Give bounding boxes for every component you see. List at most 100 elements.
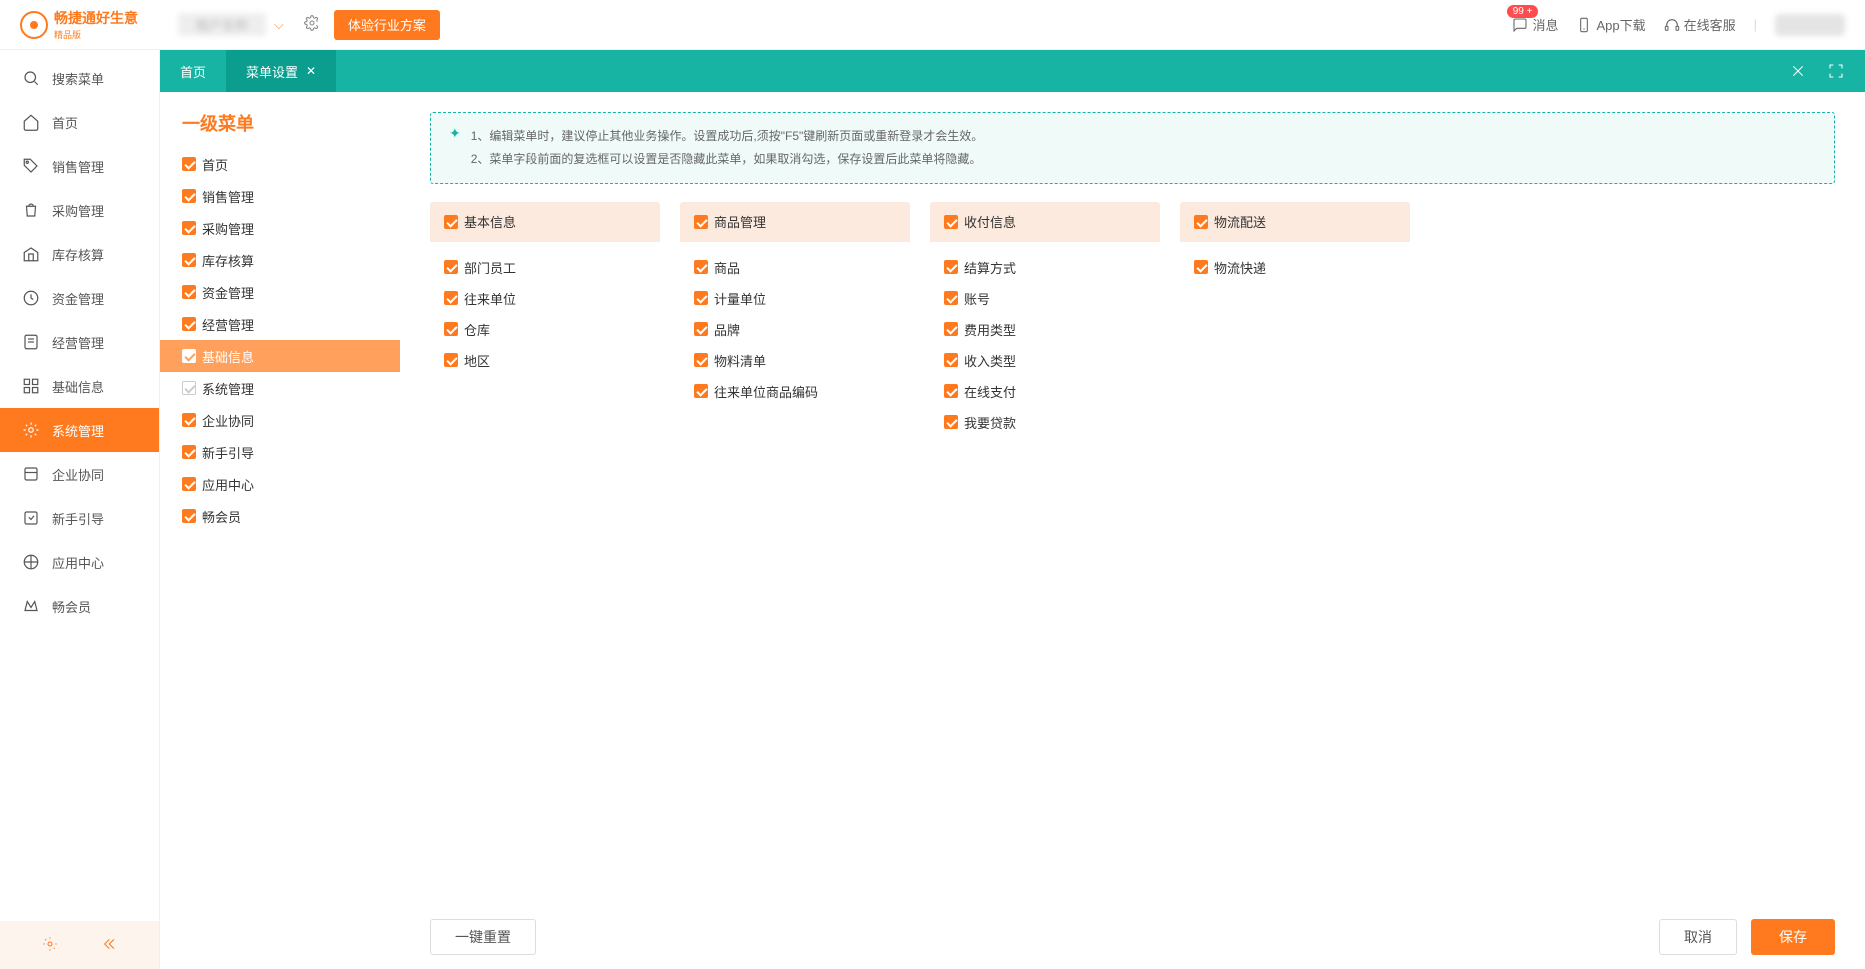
sidebar-item-7[interactable]: 基础信息 bbox=[0, 364, 160, 408]
level1-item-2[interactable]: 采购管理 bbox=[160, 212, 400, 244]
card-item[interactable]: 商品 bbox=[694, 252, 896, 283]
level1-item-5[interactable]: 经营管理 bbox=[160, 308, 400, 340]
card-item[interactable]: 账号 bbox=[944, 283, 1146, 314]
tab-0[interactable]: 首页 bbox=[160, 50, 226, 92]
checkbox-checked-icon[interactable] bbox=[182, 189, 196, 203]
collapse-icon[interactable] bbox=[102, 936, 118, 955]
sidebar-item-0[interactable]: 搜索菜单 bbox=[0, 56, 160, 100]
checkbox-checked-icon[interactable] bbox=[182, 157, 196, 171]
checkbox-checked-icon[interactable] bbox=[694, 260, 708, 274]
sidebar-item-3[interactable]: 采购管理 bbox=[0, 188, 160, 232]
sidebar-item-2[interactable]: 销售管理 bbox=[0, 144, 160, 188]
tab-label: 菜单设置 bbox=[246, 62, 298, 81]
card-header[interactable]: 物流配送 bbox=[1180, 202, 1410, 242]
checkbox-checked-icon[interactable] bbox=[182, 509, 196, 523]
checkbox-checked-icon[interactable] bbox=[694, 215, 708, 229]
checkbox-checked-icon[interactable] bbox=[944, 260, 958, 274]
checkbox-checked-icon[interactable] bbox=[182, 349, 196, 363]
checkbox-checked-icon[interactable] bbox=[182, 285, 196, 299]
card-item[interactable]: 仓库 bbox=[444, 314, 646, 345]
level1-item-8[interactable]: 企业协同 bbox=[160, 404, 400, 436]
app-download-button[interactable]: App下载 bbox=[1576, 15, 1645, 34]
bulb-icon: ✦ bbox=[449, 125, 461, 171]
checkbox-checked-icon[interactable] bbox=[182, 253, 196, 267]
sidebar-item-12[interactable]: 畅会员 bbox=[0, 584, 160, 628]
card-item-label: 我要贷款 bbox=[964, 413, 1016, 432]
level1-item-0[interactable]: 首页 bbox=[160, 148, 400, 180]
checkbox-checked-icon[interactable] bbox=[182, 221, 196, 235]
card-item[interactable]: 在线支付 bbox=[944, 376, 1146, 407]
sidebar-item-1[interactable]: 首页 bbox=[0, 100, 160, 144]
card-item[interactable]: 品牌 bbox=[694, 314, 896, 345]
card-item[interactable]: 我要贷款 bbox=[944, 407, 1146, 438]
card-1: 商品管理商品计量单位品牌物料清单往来单位商品编码 bbox=[680, 202, 910, 421]
level1-item-6[interactable]: 基础信息 bbox=[160, 340, 400, 372]
card-item[interactable]: 收入类型 bbox=[944, 345, 1146, 376]
card-item[interactable]: 地区 bbox=[444, 345, 646, 376]
card-item[interactable]: 结算方式 bbox=[944, 252, 1146, 283]
phone-icon bbox=[1576, 17, 1592, 33]
level1-item-10[interactable]: 应用中心 bbox=[160, 468, 400, 500]
checkbox-checked-icon[interactable] bbox=[182, 413, 196, 427]
card-item-label: 品牌 bbox=[714, 320, 740, 339]
messages-button[interactable]: 99 + 消息 bbox=[1512, 15, 1558, 34]
checkbox-checked-icon[interactable] bbox=[444, 353, 458, 367]
sidebar-settings-icon[interactable] bbox=[42, 936, 58, 955]
card-item[interactable]: 部门员工 bbox=[444, 252, 646, 283]
sidebar-item-11[interactable]: 应用中心 bbox=[0, 540, 160, 584]
checkbox-checked-icon[interactable] bbox=[944, 291, 958, 305]
checkbox-checked-icon[interactable] bbox=[694, 384, 708, 398]
checkbox-checked-icon[interactable] bbox=[444, 322, 458, 336]
checkbox-checked-icon[interactable] bbox=[944, 322, 958, 336]
checkbox-checked-icon[interactable] bbox=[444, 215, 458, 229]
checkbox-checked-icon[interactable] bbox=[182, 317, 196, 331]
fullscreen-icon[interactable] bbox=[1823, 58, 1849, 84]
level1-item-4[interactable]: 资金管理 bbox=[160, 276, 400, 308]
checkbox-checked-icon[interactable] bbox=[694, 291, 708, 305]
tenant-select[interactable]: 租户名称 ⌵ bbox=[168, 9, 294, 41]
cancel-button[interactable]: 取消 bbox=[1659, 919, 1737, 955]
checkbox-checked-icon[interactable] bbox=[944, 353, 958, 367]
card-header[interactable]: 商品管理 bbox=[680, 202, 910, 242]
level1-item-1[interactable]: 销售管理 bbox=[160, 180, 400, 212]
card-item[interactable]: 往来单位 bbox=[444, 283, 646, 314]
sidebar-item-9[interactable]: 企业协同 bbox=[0, 452, 160, 496]
level1-item-7[interactable]: 系统管理 bbox=[160, 372, 400, 404]
checkbox-checked-icon[interactable] bbox=[944, 384, 958, 398]
card-item[interactable]: 物流快递 bbox=[1194, 252, 1396, 283]
checkbox-checked-icon[interactable] bbox=[182, 477, 196, 491]
card-item[interactable]: 计量单位 bbox=[694, 283, 896, 314]
sidebar-item-10[interactable]: 新手引导 bbox=[0, 496, 160, 540]
checkbox-checked-icon[interactable] bbox=[1194, 260, 1208, 274]
reset-button[interactable]: 一键重置 bbox=[430, 919, 536, 955]
sidebar-item-5[interactable]: 资金管理 bbox=[0, 276, 160, 320]
checkbox-checked-icon[interactable] bbox=[1194, 215, 1208, 229]
checkbox-checked-icon[interactable] bbox=[444, 260, 458, 274]
card-header[interactable]: 收付信息 bbox=[930, 202, 1160, 242]
experience-button[interactable]: 体验行业方案 bbox=[334, 10, 440, 40]
card-header[interactable]: 基本信息 bbox=[430, 202, 660, 242]
level1-item-11[interactable]: 畅会员 bbox=[160, 500, 400, 532]
sidebar-item-8[interactable]: 系统管理 bbox=[0, 408, 160, 452]
online-service-button[interactable]: 在线客服 bbox=[1664, 15, 1736, 34]
checkbox-checked-icon[interactable] bbox=[694, 353, 708, 367]
tab-1[interactable]: 菜单设置 ✕ bbox=[226, 50, 336, 92]
level1-item-9[interactable]: 新手引导 bbox=[160, 436, 400, 468]
save-button[interactable]: 保存 bbox=[1751, 919, 1835, 955]
level1-item-3[interactable]: 库存核算 bbox=[160, 244, 400, 276]
sidebar-item-6[interactable]: 经营管理 bbox=[0, 320, 160, 364]
card-item[interactable]: 物料清单 bbox=[694, 345, 896, 376]
sidebar-item-4[interactable]: 库存核算 bbox=[0, 232, 160, 276]
checkbox-checked-icon[interactable] bbox=[694, 322, 708, 336]
settings-icon[interactable] bbox=[304, 15, 320, 34]
checkbox-unchecked-icon[interactable] bbox=[182, 381, 196, 395]
card-item[interactable]: 往来单位商品编码 bbox=[694, 376, 896, 407]
close-all-icon[interactable] bbox=[1785, 58, 1811, 84]
user-avatar[interactable] bbox=[1775, 14, 1845, 36]
checkbox-checked-icon[interactable] bbox=[182, 445, 196, 459]
close-icon[interactable]: ✕ bbox=[306, 64, 316, 78]
checkbox-checked-icon[interactable] bbox=[944, 215, 958, 229]
checkbox-checked-icon[interactable] bbox=[944, 415, 958, 429]
checkbox-checked-icon[interactable] bbox=[444, 291, 458, 305]
card-item[interactable]: 费用类型 bbox=[944, 314, 1146, 345]
